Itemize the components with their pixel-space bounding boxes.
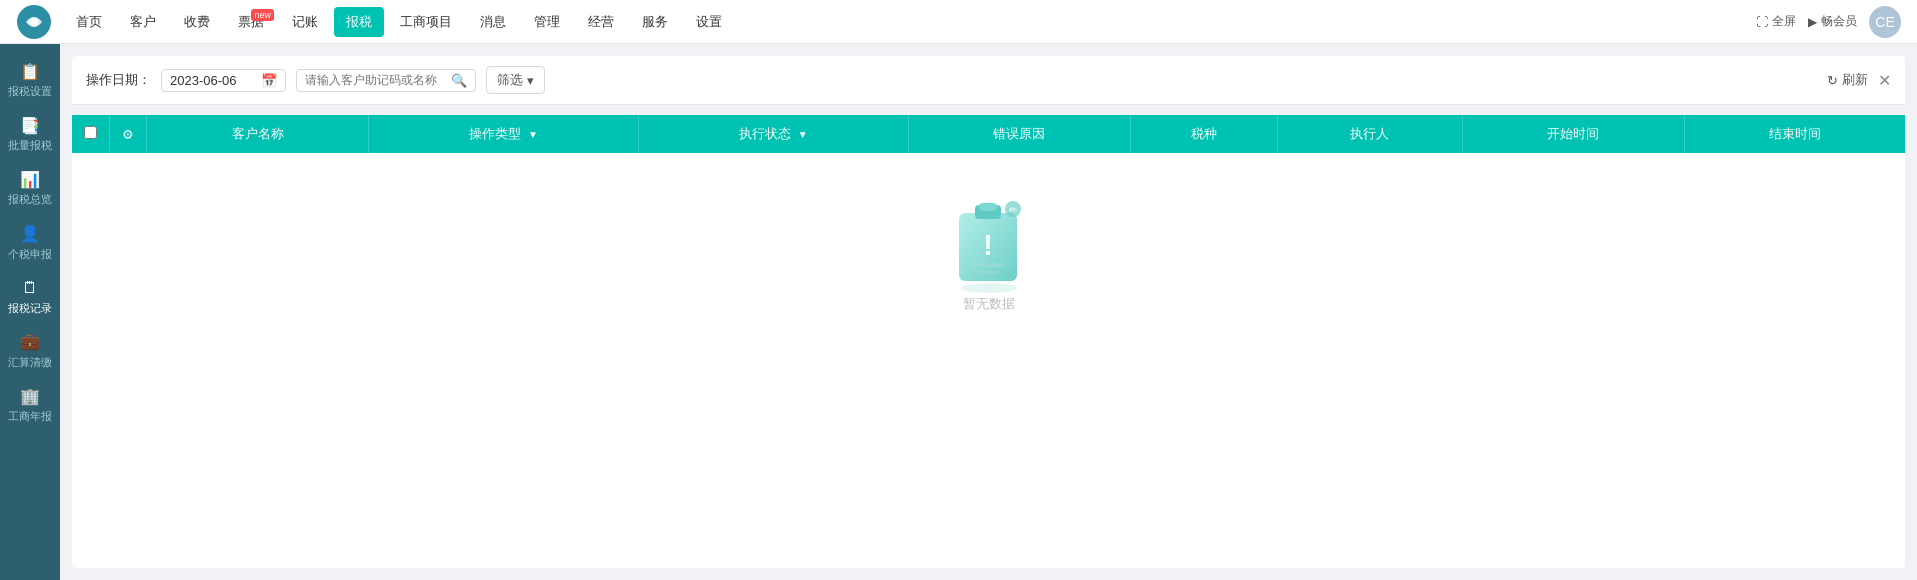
sidebar-item-报税设置[interactable]: 📋 报税设置 <box>0 52 60 106</box>
sidebar-label-报税记录: 报税记录 <box>8 302 52 315</box>
clipboard-svg: ! ✏ <box>949 193 1029 293</box>
nav-item-服务[interactable]: 服务 <box>630 7 680 37</box>
fullscreen-button[interactable]: ⛶ 全屏 <box>1756 13 1796 30</box>
close-button[interactable]: ✕ <box>1878 71 1891 90</box>
content: 操作日期： 📅 🔍 筛选 ▾ ↻ 刷新 ✕ <box>60 44 1917 580</box>
sidebar-item-报税记录[interactable]: 🗒 报税记录 <box>0 269 60 323</box>
toolbar: 操作日期： 📅 🔍 筛选 ▾ ↻ 刷新 ✕ <box>72 56 1905 105</box>
nav-item-工商项目[interactable]: 工商项目 <box>388 7 464 37</box>
sidebar-item-工商年报[interactable]: 🏢 工商年报 <box>0 377 60 431</box>
date-picker[interactable]: 📅 <box>161 69 286 92</box>
select-all-checkbox[interactable] <box>84 126 97 139</box>
empty-row: ! ✏ <box>72 153 1905 373</box>
svg-rect-7 <box>971 263 1005 267</box>
empty-state: ! ✏ <box>72 153 1905 373</box>
sidebar-icon-报税总览: 📊 <box>19 168 41 190</box>
svg-point-2 <box>961 283 1017 293</box>
nav-item-收费[interactable]: 收费 <box>172 7 222 37</box>
svg-rect-5 <box>979 203 997 211</box>
search-input[interactable] <box>305 73 445 87</box>
refresh-button[interactable]: ↻ 刷新 <box>1827 71 1868 89</box>
filter-button[interactable]: 筛选 ▾ <box>486 66 545 94</box>
play-icon: ▶ <box>1808 15 1817 29</box>
nav-item-管理[interactable]: 管理 <box>522 7 572 37</box>
date-input[interactable] <box>170 73 255 88</box>
nav-item-首页[interactable]: 首页 <box>64 7 114 37</box>
th-op-type: 操作类型 ▼ <box>369 115 639 153</box>
sidebar-label-汇算清缴: 汇算清缴 <box>8 356 52 369</box>
refresh-label: 刷新 <box>1842 71 1868 89</box>
th-settings[interactable]: ⚙ <box>110 115 147 153</box>
th-executor: 执行人 <box>1278 115 1463 153</box>
nav-item-票据[interactable]: 票据new <box>226 7 276 37</box>
search-wrap: 🔍 <box>296 69 476 92</box>
th-tax-type: 税种 <box>1130 115 1277 153</box>
nav-items: 首页客户收费票据new记账报税工商项目消息管理经营服务设置 <box>64 7 1756 37</box>
member-label: 畅会员 <box>1821 13 1857 30</box>
avatar-text: CE <box>1875 14 1894 30</box>
th-checkbox <box>72 115 110 153</box>
nav-item-经营[interactable]: 经营 <box>576 7 626 37</box>
th-customer: 客户名称 <box>147 115 369 153</box>
nav-item-设置[interactable]: 设置 <box>684 7 734 37</box>
nav-item-报税[interactable]: 报税 <box>334 7 384 37</box>
sort-icon-op-type: ▼ <box>528 129 538 140</box>
sidebar-icon-个税申报: 👤 <box>19 223 41 245</box>
logo[interactable] <box>16 4 52 40</box>
refresh-icon: ↻ <box>1827 73 1838 88</box>
svg-text:✏: ✏ <box>1009 204 1018 215</box>
svg-point-1 <box>30 18 38 26</box>
main-layout: 📋 报税设置 📑 批量报税 📊 报税总览 👤 个税申报 🗒 报税记录 💼 汇算清缴 🏢 工商年报 操作日期… <box>0 44 1917 580</box>
th-exec-status: 执行状态 ▼ <box>638 115 908 153</box>
sidebar-label-报税总览: 报税总览 <box>8 193 52 206</box>
avatar[interactable]: CE <box>1869 6 1901 38</box>
sidebar-item-批量报税[interactable]: 📑 批量报税 <box>0 106 60 160</box>
th-start-time: 开始时间 <box>1462 115 1684 153</box>
content-panel: 操作日期： 📅 🔍 筛选 ▾ ↻ 刷新 ✕ <box>72 56 1905 568</box>
member-button[interactable]: ▶ 畅会员 <box>1808 13 1857 30</box>
nav-item-消息[interactable]: 消息 <box>468 7 518 37</box>
sidebar-label-工商年报: 工商年报 <box>8 410 52 423</box>
empty-illustration: ! ✏ <box>949 193 1029 283</box>
th-error-reason: 错误原因 <box>908 115 1130 153</box>
records-table: ⚙ 客户名称 操作类型 ▼ 执行状态 ▼ 错误原因 税种 执行人 开始时间 结束… <box>72 115 1905 373</box>
table-wrap: ⚙ 客户名称 操作类型 ▼ 执行状态 ▼ 错误原因 税种 执行人 开始时间 结束… <box>72 115 1905 568</box>
nav-badge-票据: new <box>251 9 274 22</box>
sidebar-icon-汇算清缴: 💼 <box>19 331 41 353</box>
sidebar-label-报税设置: 报税设置 <box>8 85 52 98</box>
svg-text:!: ! <box>983 228 993 261</box>
sidebar-item-汇算清缴[interactable]: 💼 汇算清缴 <box>0 323 60 377</box>
sidebar-item-报税总览[interactable]: 📊 报税总览 <box>0 160 60 214</box>
nav-item-记账[interactable]: 记账 <box>280 7 330 37</box>
sidebar-label-批量报税: 批量报税 <box>8 139 52 152</box>
top-nav: 首页客户收费票据new记账报税工商项目消息管理经营服务设置 ⛶ 全屏 ▶ 畅会员… <box>0 0 1917 44</box>
chevron-down-icon: ▾ <box>527 73 534 88</box>
sidebar-label-个税申报: 个税申报 <box>8 248 52 261</box>
search-icon[interactable]: 🔍 <box>451 73 467 88</box>
svg-rect-8 <box>977 271 999 274</box>
filter-label: 筛选 <box>497 71 523 89</box>
sidebar-icon-工商年报: 🏢 <box>19 385 41 407</box>
calendar-icon: 📅 <box>261 73 277 88</box>
fullscreen-icon: ⛶ <box>1756 15 1768 29</box>
sidebar-icon-报税设置: 📋 <box>19 60 41 82</box>
empty-text: 暂无数据 <box>963 295 1015 313</box>
th-end-time: 结束时间 <box>1684 115 1905 153</box>
table-header-row: ⚙ 客户名称 操作类型 ▼ 执行状态 ▼ 错误原因 税种 执行人 开始时间 结束… <box>72 115 1905 153</box>
fullscreen-label: 全屏 <box>1772 13 1796 30</box>
date-label: 操作日期： <box>86 71 151 89</box>
sidebar-icon-报税记录: 🗒 <box>19 277 41 299</box>
sidebar-icon-批量报税: 📑 <box>19 114 41 136</box>
sort-icon-exec-status: ▼ <box>798 129 808 140</box>
sidebar: 📋 报税设置 📑 批量报税 📊 报税总览 👤 个税申报 🗒 报税记录 💼 汇算清缴 🏢 工商年报 <box>0 44 60 580</box>
nav-item-客户[interactable]: 客户 <box>118 7 168 37</box>
sidebar-item-个税申报[interactable]: 👤 个税申报 <box>0 215 60 269</box>
top-nav-right: ⛶ 全屏 ▶ 畅会员 CE <box>1756 6 1901 38</box>
